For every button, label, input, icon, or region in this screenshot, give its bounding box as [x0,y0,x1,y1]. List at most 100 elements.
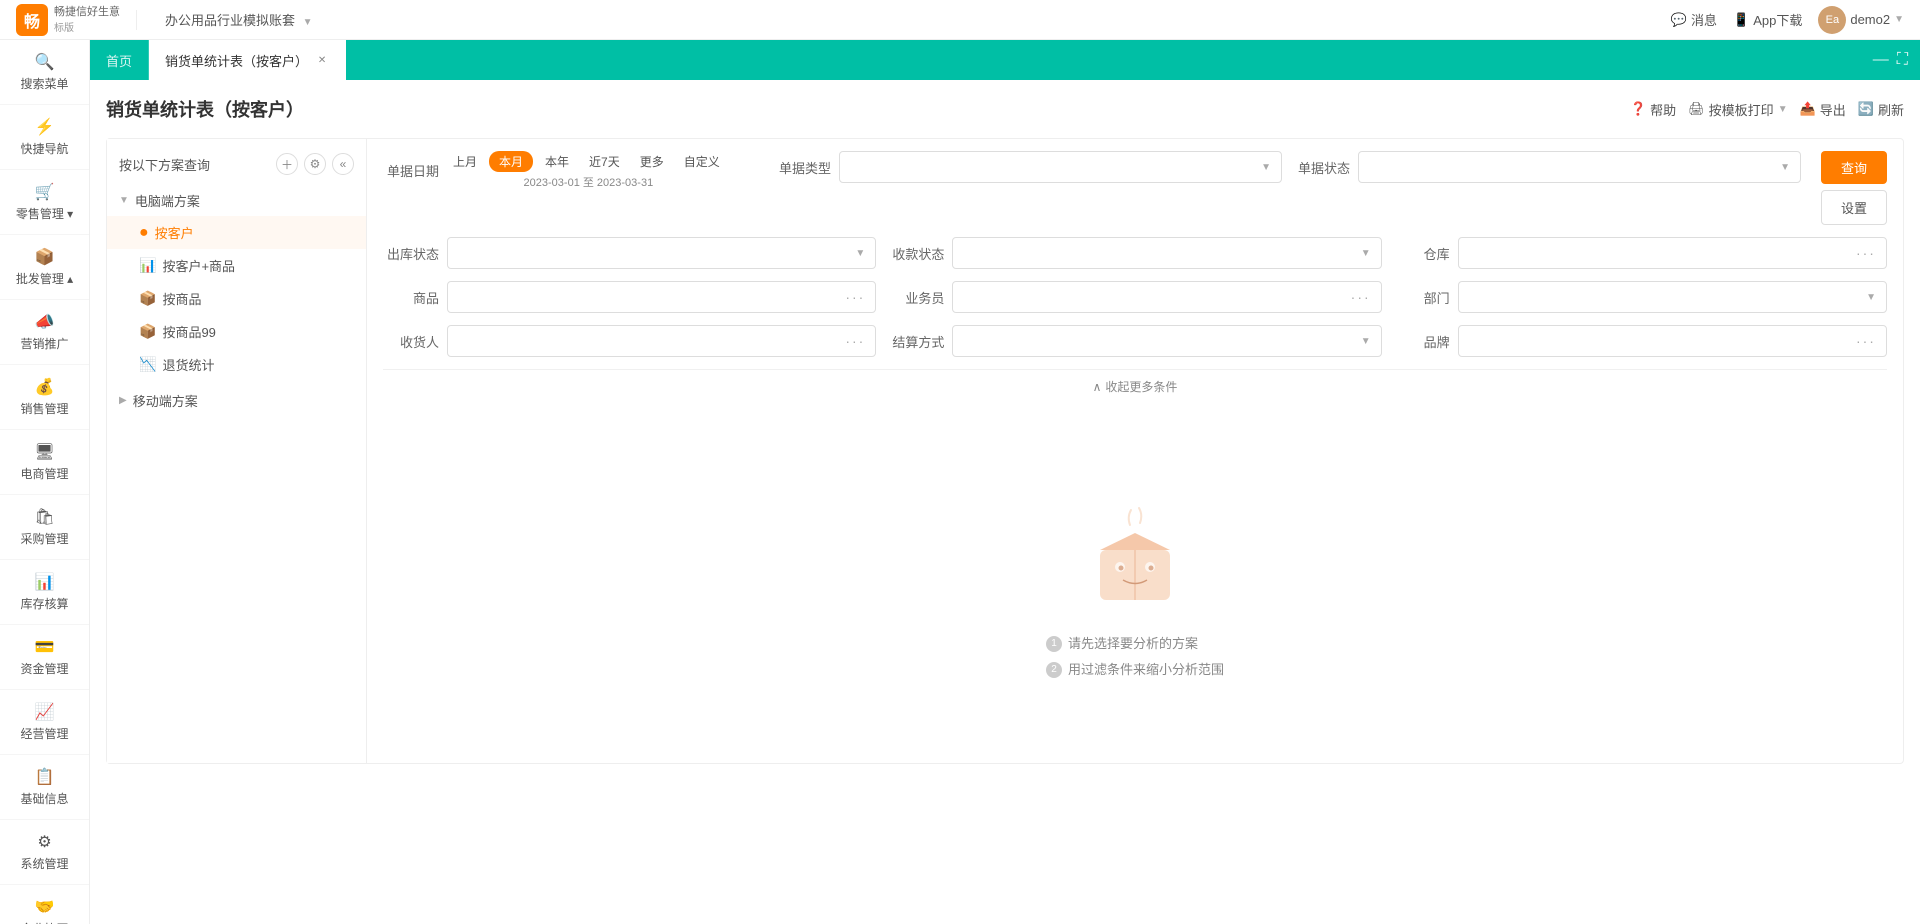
scheme-item-return-stat[interactable]: 📉 退货统计 [107,348,366,381]
scheme-item-label: 退货统计 [162,355,214,374]
download-icon: 📱 [1733,12,1749,28]
date-this-month-btn[interactable]: 本月 [489,151,533,172]
dropdown-arrow[interactable]: ▼ [303,17,313,28]
date-label: 单据日期 [383,161,439,180]
ops-mgmt-icon: 📈 [4,702,85,722]
sidebar-item-finance[interactable]: 💳 资金管理 [0,625,89,690]
sys-mgmt-icon: ⚙ [4,832,85,852]
sidebar-item-inventory[interactable]: 📊 库存核算 [0,560,89,625]
sidebar-item-quick-nav[interactable]: ⚡ 快捷导航 [0,105,89,170]
desktop-scheme-section[interactable]: ▼ 电脑端方案 [107,185,366,216]
warehouse-dots-icon: ··· [1856,245,1876,261]
help-icon: ❓ [1630,101,1646,117]
brand-dots-icon: ··· [1856,333,1876,349]
receiver-select[interactable]: ··· [447,325,876,357]
sidebar-item-ecom-mgmt[interactable]: 🖥 电商管理 [0,430,89,495]
app-title[interactable]: 办公用品行业模拟账套 ▼ [165,10,313,29]
scheme-item-by-customer-goods[interactable]: 📊 按客户+商品 [107,249,366,282]
tab-close-btn[interactable]: ✕ [314,52,330,68]
sidebar-item-search-menu[interactable]: 🔍 搜索菜单 [0,40,89,105]
brand-select[interactable]: ··· [1458,325,1887,357]
page-title: 销货单统计表（按客户） [106,96,304,122]
filter-panel: 单据日期 上月 本月 本年 近7天 更多 自定义 [367,139,1903,415]
receiver-label: 收货人 [383,332,439,351]
sidebar-item-wholesale-mgmt[interactable]: 📦 批发管理 ▴ [0,235,89,300]
doc-status-label: 单据状态 [1294,158,1350,177]
purchase-mgmt-icon: 🛍 [4,507,85,527]
empty-illustration [1075,495,1195,615]
doc-status-select[interactable]: ▼ [1358,151,1801,183]
by-goods-99-icon: 📦 [139,323,156,340]
out-status-select[interactable]: ▼ [447,237,876,269]
salesperson-select[interactable]: ··· [952,281,1381,313]
empty-tips: 1 请先选择要分析的方案 2 用过滤条件来缩小分析范围 [1046,631,1224,683]
collapse-scheme-btn[interactable]: « [332,153,354,175]
payment-chevron-icon: ▼ [1361,336,1371,347]
settings-btn[interactable]: 设置 [1821,190,1887,225]
export-btn[interactable]: 📤 导出 [1800,100,1846,119]
user-menu[interactable]: Ea demo2 ▼ [1818,6,1904,34]
sidebar: 🔍 搜索菜单 ⚡ 快捷导航 🛒 零售管理 ▾ 📦 批发管理 ▴ 📣 营销推广 💰 [0,40,90,924]
collapse-bar[interactable]: ∧ 收起更多条件 [383,369,1887,403]
date-last-7-btn[interactable]: 近7天 [581,151,628,172]
sidebar-item-purchase-mgmt[interactable]: 🛍 采购管理 [0,495,89,560]
app-download-btn[interactable]: 📱 App下载 [1733,10,1802,29]
payment-select[interactable]: ▼ [952,325,1381,357]
scheme-item-by-customer[interactable]: ● 按客户 [107,216,366,249]
message-icon: 💬 [1671,12,1687,28]
message-btn[interactable]: 💬 消息 [1671,10,1717,29]
sidebar-item-sales-mgmt[interactable]: 💰 销售管理 [0,365,89,430]
quick-nav-icon: ⚡ [4,117,85,137]
search-btn[interactable]: 查询 [1821,151,1887,184]
sidebar-item-sys-mgmt[interactable]: ⚙ 系统管理 [0,820,89,885]
sidebar-item-retail-mgmt[interactable]: 🛒 零售管理 ▾ [0,170,89,235]
doc-type-label: 单据类型 [775,158,831,177]
mobile-chevron-icon: ▶ [119,395,127,406]
date-custom-btn[interactable]: 自定义 [676,151,728,172]
tab-sales-stat[interactable]: 销货单统计表（按客户） ✕ [149,40,346,80]
warehouse-select[interactable]: ··· [1458,237,1887,269]
scheme-item-label: 按商品99 [162,322,215,341]
sidebar-item-marketing[interactable]: 📣 营销推广 [0,300,89,365]
settings-scheme-btn[interactable]: ⚙ [304,153,326,175]
receipt-status-label: 收款状态 [888,244,944,263]
scheme-panel: 按以下方案查询 ＋ ⚙ « ▼ 电脑端方案 ● [107,139,367,763]
goods-select[interactable]: ··· [447,281,876,313]
receiver-dots-icon: ··· [845,333,865,349]
tip-1-text: 请先选择要分析的方案 [1068,631,1198,657]
goods-label: 商品 [383,288,439,307]
date-range: 2023-03-01 至 2023-03-31 [524,174,654,190]
help-btn[interactable]: ❓ 帮助 [1630,100,1676,119]
base-info-icon: 📋 [4,767,85,787]
return-stat-icon: 📉 [139,356,156,373]
mobile-scheme-section[interactable]: ▶ 移动端方案 [107,385,366,416]
tab-minimize-btn[interactable]: — [1873,51,1889,69]
mobile-section-label: 移动端方案 [133,391,198,410]
dept-label: 部门 [1394,288,1450,307]
tab-home[interactable]: 首页 [90,40,149,80]
logo-text: 畅捷信好生意 [54,5,120,19]
doc-type-select[interactable]: ▼ [839,151,1282,183]
desktop-section-label: 电脑端方案 [135,191,200,210]
export-icon: 📤 [1800,101,1816,117]
tab-maximize-btn[interactable]: ⛶ [1897,51,1908,69]
scheme-item-label: 按商品 [162,289,201,308]
enterprise-icon: 🤝 [4,897,85,917]
date-last-month-btn[interactable]: 上月 [445,151,485,172]
add-scheme-btn[interactable]: ＋ [276,153,298,175]
date-more-btn[interactable]: 更多 [632,151,672,172]
doc-type-chevron-icon: ▼ [1261,162,1271,173]
out-status-label: 出库状态 [383,244,439,263]
refresh-btn[interactable]: 🔄 刷新 [1858,100,1904,119]
scheme-item-by-goods[interactable]: 📦 按商品 [107,282,366,315]
scheme-item-by-goods-99[interactable]: 📦 按商品99 [107,315,366,348]
sidebar-item-enterprise[interactable]: 🤝 企业协同 [0,885,89,924]
sidebar-item-base-info[interactable]: 📋 基础信息 [0,755,89,820]
logo-icon: 畅 [16,4,48,36]
receipt-status-select[interactable]: ▼ [952,237,1381,269]
date-this-year-btn[interactable]: 本年 [537,151,577,172]
sidebar-item-ops-mgmt[interactable]: 📈 经营管理 [0,690,89,755]
payment-label: 结算方式 [888,332,944,351]
print-btn[interactable]: 🖨 按模板打印 ▼ [1688,100,1787,119]
dept-select[interactable]: ▼ [1458,281,1887,313]
